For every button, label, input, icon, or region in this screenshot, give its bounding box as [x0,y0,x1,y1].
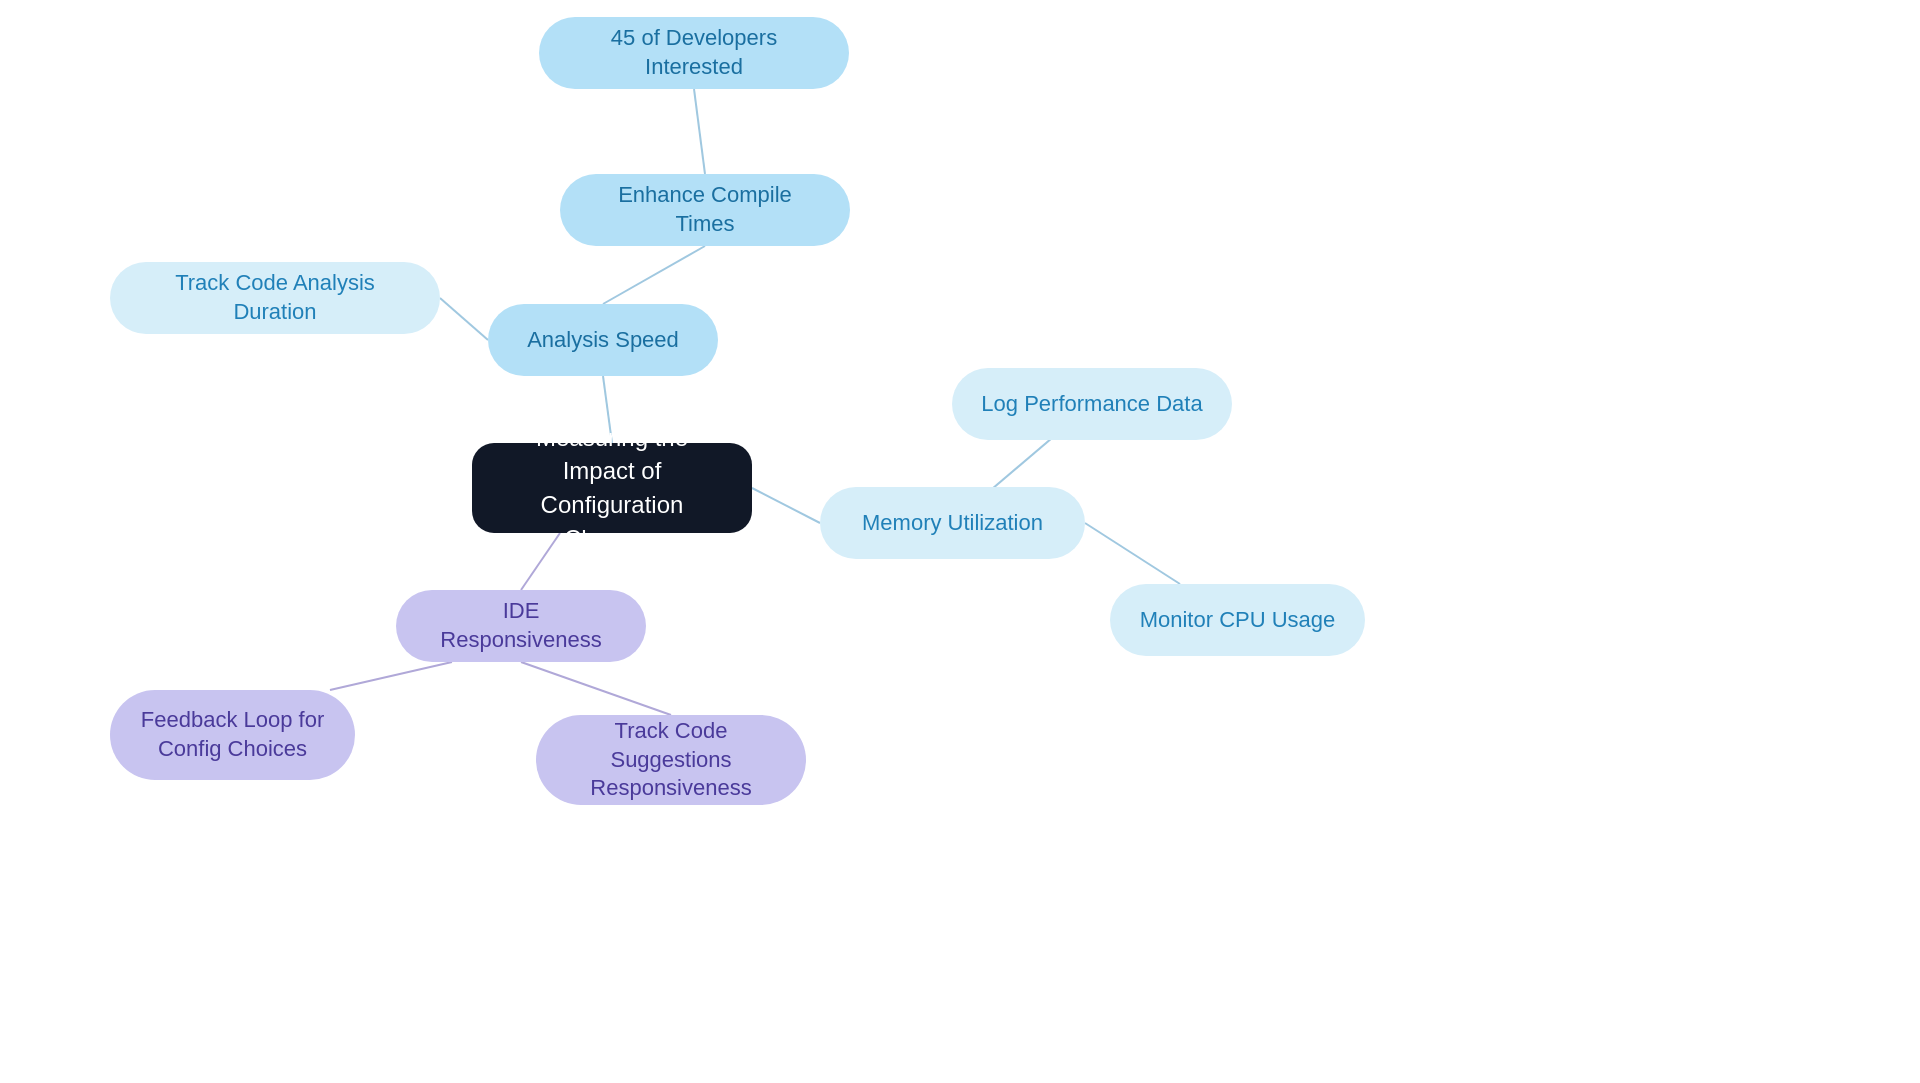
node-analysis-speed[interactable]: Analysis Speed [488,304,718,376]
mindmap-canvas: 45 of Developers Interested Enhance Comp… [0,0,1920,1083]
node-center-label: Measuring the Impact ofConfiguration Cha… [500,421,724,555]
node-feedback-label: Feedback Loop for Config Choices [138,706,327,763]
node-track-code-analysis[interactable]: Track Code Analysis Duration [110,262,440,334]
node-memory-label: Memory Utilization [862,509,1043,538]
node-enhance-compile[interactable]: Enhance Compile Times [560,174,850,246]
svg-line-6 [1085,523,1180,584]
node-ide-responsiveness[interactable]: IDE Responsiveness [396,590,646,662]
svg-line-8 [330,662,452,690]
node-log-performance[interactable]: Log Performance Data [952,368,1232,440]
node-log-perf-label: Log Performance Data [981,390,1202,419]
node-track-suggestions[interactable]: Track Code Suggestions Responsiveness [536,715,806,805]
svg-line-2 [440,298,488,340]
node-developers-label: 45 of Developers Interested [567,24,821,81]
node-memory-utilization[interactable]: Memory Utilization [820,487,1085,559]
node-compile-label: Enhance Compile Times [588,181,822,238]
svg-line-9 [521,662,671,715]
node-ide-label: IDE Responsiveness [424,597,618,654]
node-developers-interested[interactable]: 45 of Developers Interested [539,17,849,89]
node-center-topic[interactable]: Measuring the Impact ofConfiguration Cha… [472,443,752,533]
node-cpu-label: Monitor CPU Usage [1140,606,1336,635]
node-analysis-label: Analysis Speed [527,326,679,355]
node-suggestions-label: Track Code Suggestions Responsiveness [564,717,778,803]
node-monitor-cpu[interactable]: Monitor CPU Usage [1110,584,1365,656]
svg-line-1 [603,246,705,304]
node-track-analysis-label: Track Code Analysis Duration [138,269,412,326]
node-feedback-loop[interactable]: Feedback Loop for Config Choices [110,690,355,780]
svg-line-0 [694,89,705,174]
svg-line-4 [752,488,820,523]
